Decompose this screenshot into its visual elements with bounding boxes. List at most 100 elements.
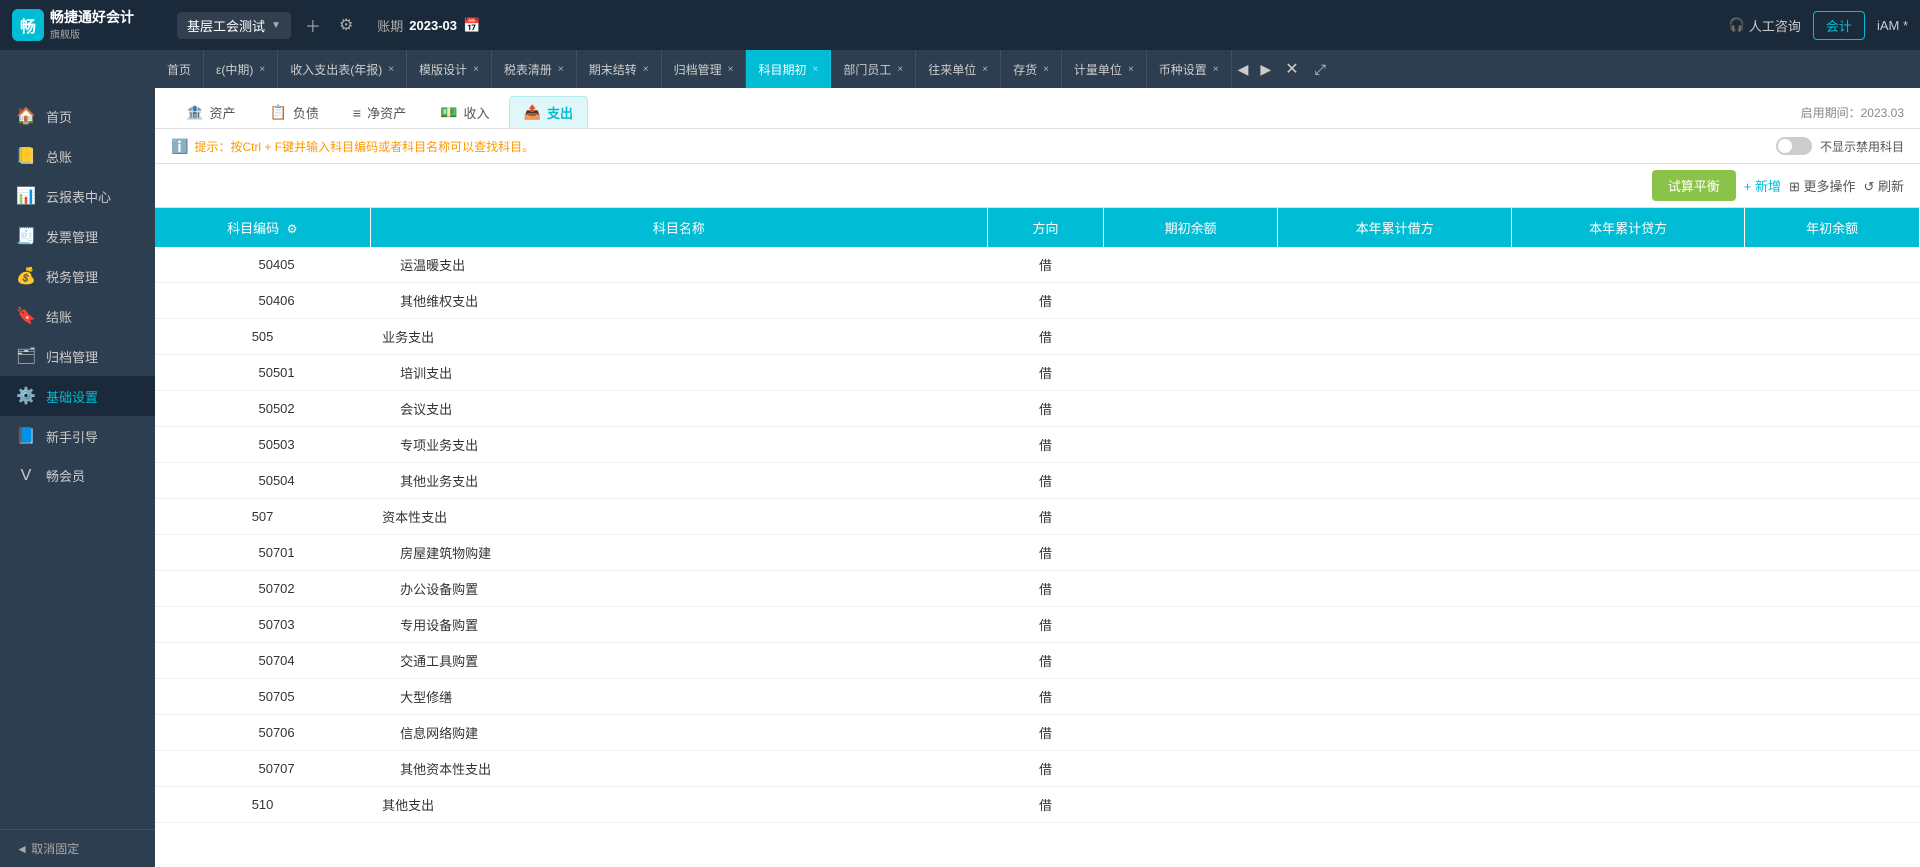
tab-close-icon[interactable]: × [643, 64, 649, 75]
table-row[interactable]: 50701房屋建筑物购建借 [155, 535, 1920, 571]
tab-contacts[interactable]: 往来单位 × [916, 50, 1001, 88]
col-settings-icon[interactable]: ⚙ [287, 222, 298, 236]
tab-close-icon[interactable]: × [1213, 64, 1219, 75]
col-header-1: 科目名称 [370, 208, 988, 247]
tab-dept[interactable]: 部门员工× [831, 50, 916, 88]
sidebar-item-member[interactable]: V 畅会员 [0, 456, 155, 495]
calendar-icon[interactable]: 📅 [463, 17, 480, 34]
tab-interim[interactable]: ε(中期)× [204, 50, 278, 88]
table-row[interactable]: 50406其他维权支出借 [155, 283, 1920, 319]
cell-ytd-credit [1511, 535, 1745, 571]
table-row[interactable]: 50705大型修缮借 [155, 679, 1920, 715]
sub-tab-income[interactable]: 💵 收入 [425, 96, 504, 128]
cell-period-balance [1103, 355, 1278, 391]
hint-text: 提示：按Ctrl + F键并输入科目编码或者科目名称可以查找科目。 [194, 138, 534, 155]
table-row[interactable]: 50703专用设备购置借 [155, 607, 1920, 643]
tab-close-icon[interactable]: × [1128, 64, 1134, 75]
chevron-down-icon: ▼ [271, 20, 281, 31]
sidebar-item-settings[interactable]: ⚙️ 基础设置 [0, 376, 155, 416]
sidebar-item-home[interactable]: 🏠 首页 [0, 96, 155, 136]
cell-code: 50701 [155, 535, 370, 571]
sidebar-item-tax_mgmt[interactable]: 💰 税务管理 [0, 256, 155, 296]
cell-name: 信息网络购建 [370, 715, 988, 751]
cell-ytd-debit [1278, 643, 1512, 679]
cell-code: 510 [155, 787, 370, 823]
add-tab-button[interactable]: ＋ [301, 9, 325, 41]
cell-ytd-debit [1278, 607, 1512, 643]
cell-ytd-credit [1511, 355, 1745, 391]
refresh-button[interactable]: ↺ 刷新 [1863, 176, 1904, 195]
sub-tab-asset[interactable]: 🏦 资产 [171, 96, 250, 128]
company-selector[interactable]: 基层工会测试 ▼ [177, 12, 291, 39]
company-name: 基层工会测试 [187, 16, 265, 35]
table-row[interactable]: 50702办公设备购置借 [155, 571, 1920, 607]
sub-tab-icon-expense: 📤 [524, 104, 541, 121]
table-row[interactable]: 505业务支出借 [155, 319, 1920, 355]
tab-label: 税表清册 [504, 61, 552, 78]
tab-close-icon[interactable]: × [388, 64, 394, 75]
settings-icon[interactable]: ⚙ [335, 11, 357, 39]
sidebar-item-guide[interactable]: 📘 新手引导 [0, 416, 155, 456]
tab-period_end[interactable]: 期末结转× [577, 50, 662, 88]
tab-home[interactable]: 首页 [155, 50, 204, 88]
tab-currency[interactable]: 币种设置× [1147, 50, 1232, 88]
account-button[interactable]: 会计 [1813, 11, 1865, 40]
tab-tax[interactable]: 税表清册 × [492, 50, 577, 88]
collapse-label: ◄ 取消固定 [16, 840, 79, 857]
table-row[interactable]: 50405运温暖支出借 [155, 247, 1920, 283]
col-header-5: 本年累计贷方 [1511, 208, 1745, 247]
table-row[interactable]: 50503专项业务支出借 [155, 427, 1920, 463]
tab-close-icon[interactable]: × [1043, 64, 1049, 75]
table-row[interactable]: 50502会议支出借 [155, 391, 1920, 427]
tab-close-icon[interactable]: × [813, 64, 819, 75]
tab-close-icon[interactable]: × [558, 64, 564, 75]
calc-balance-button[interactable]: 试算平衡 [1652, 170, 1736, 201]
table-row[interactable]: 50706信息网络购建借 [155, 715, 1920, 751]
cell-code: 50706 [155, 715, 370, 751]
sidebar-item-checkout[interactable]: 🔖 结账 [0, 296, 155, 336]
tab-annual[interactable]: 收入支出表(年报)× [278, 50, 407, 88]
disable-toggle[interactable] [1776, 137, 1812, 155]
tab-next-button[interactable]: ▶ [1254, 50, 1277, 88]
sub-tab-expense[interactable]: 📤 支出 [509, 96, 588, 128]
table-container[interactable]: 科目编码 ⚙科目名称方向期初余额本年累计借方本年累计贷方年初余额 50405运温… [155, 208, 1920, 867]
tab-close-icon[interactable]: × [728, 64, 734, 75]
sidebar-item-ledger[interactable]: 📒 总账 [0, 136, 155, 176]
table-row[interactable]: 510其他支出借 [155, 787, 1920, 823]
service-button[interactable]: 🎧 人工咨询 [1729, 16, 1801, 35]
tab-subject_period[interactable]: 科目期初× [746, 50, 831, 88]
tab-template[interactable]: 模版设计 × [407, 50, 492, 88]
table-row[interactable]: 50707其他资本性支出借 [155, 751, 1920, 787]
tab-label: 模版设计 [419, 61, 467, 78]
maximize-button[interactable]: ⤢ [1307, 50, 1334, 88]
table-row[interactable]: 50501培训支出借 [155, 355, 1920, 391]
cell-ytd-credit [1511, 679, 1745, 715]
table-row[interactable]: 507资本性支出借 [155, 499, 1920, 535]
tab-close-icon[interactable]: × [259, 64, 265, 75]
add-button[interactable]: + 新增 [1744, 176, 1781, 195]
toggle-knob [1778, 139, 1792, 153]
sub-tab-liability[interactable]: 📋 负债 [254, 96, 333, 128]
tab-close-icon[interactable]: × [897, 64, 903, 75]
col-header-6: 年初余额 [1745, 208, 1920, 247]
sidebar-item-invoice[interactable]: 🧾 发票管理 [0, 216, 155, 256]
tab-label: 往来单位 [928, 61, 976, 78]
tab-archive_mgmt[interactable]: 归档管理× [662, 50, 747, 88]
sub-tab-icon-liability: 📋 [269, 104, 286, 121]
tab-unit[interactable]: 计量单位× [1062, 50, 1147, 88]
cell-ytd-debit [1278, 247, 1512, 283]
table-row[interactable]: 50704交通工具购置借 [155, 643, 1920, 679]
toggle-label: 不显示禁用科目 [1820, 138, 1904, 155]
tab-close-icon[interactable]: × [473, 64, 479, 75]
table-row[interactable]: 50504其他业务支出借 [155, 463, 1920, 499]
cell-ytd-debit [1278, 499, 1512, 535]
sub-tab-equity[interactable]: ≡ 净资产 [338, 96, 421, 128]
close-all-tabs-button[interactable]: ✕ [1277, 50, 1306, 88]
tab-inventory[interactable]: 存货× [1001, 50, 1062, 88]
tab-prev-button[interactable]: ◀ [1232, 50, 1255, 88]
tab-close-icon[interactable]: × [982, 64, 988, 75]
sidebar-collapse-button[interactable]: ◄ 取消固定 [0, 829, 155, 867]
more-ops-button[interactable]: ⊞ 更多操作 [1789, 176, 1856, 195]
sidebar-item-archive[interactable]: 🗂 归档管理 [0, 336, 155, 376]
sidebar-item-report[interactable]: 📊 云报表中心 [0, 176, 155, 216]
